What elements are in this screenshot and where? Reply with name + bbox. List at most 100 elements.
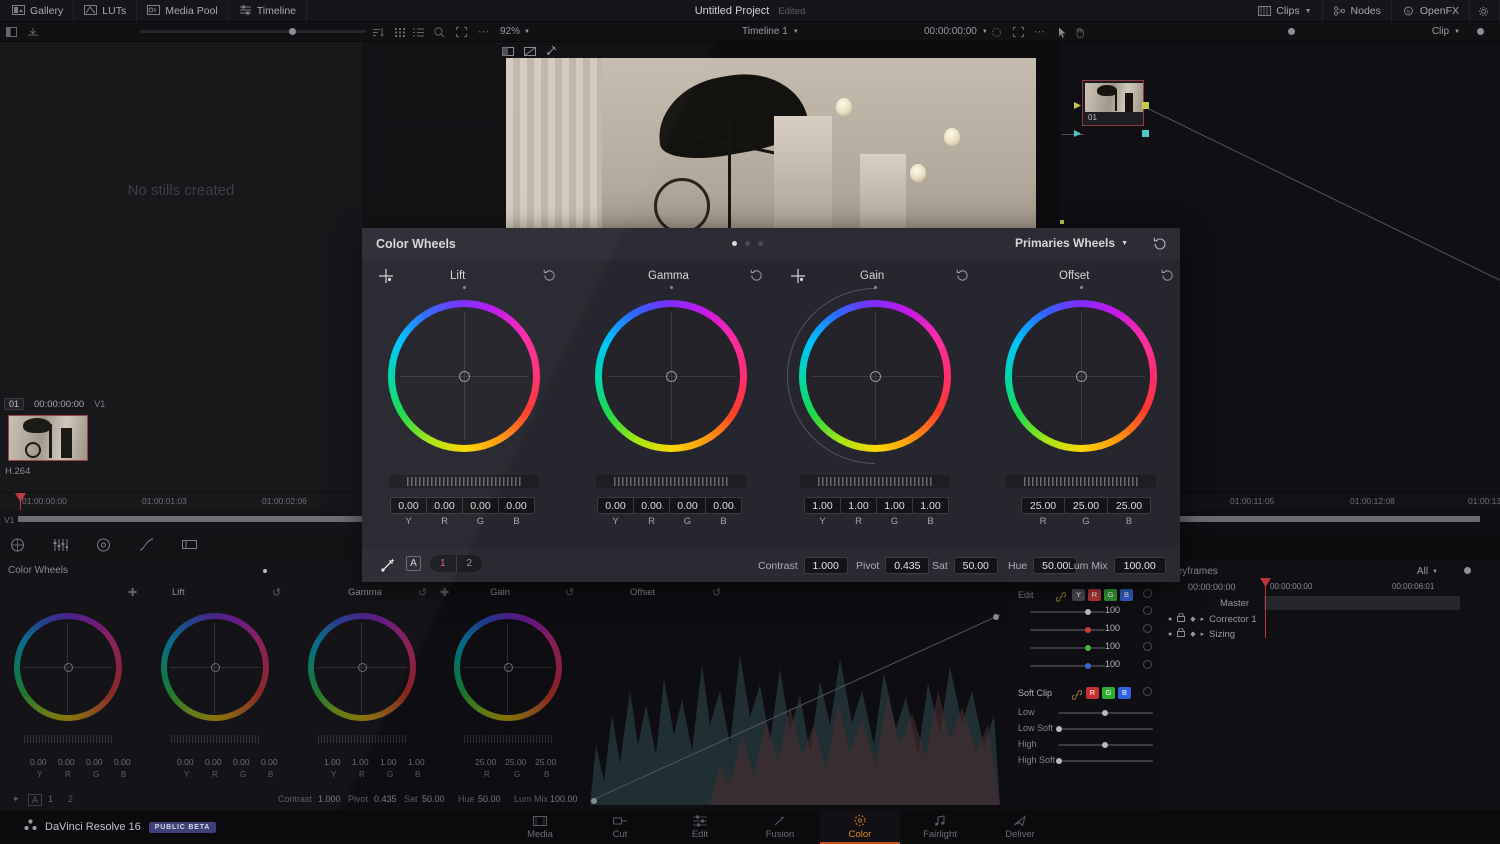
topbar-item-clips[interactable]: Clips ▼ — [1248, 0, 1322, 22]
lift-value-r[interactable]: 0.00 — [426, 497, 463, 514]
topbar-item-luts[interactable]: LUTs — [74, 0, 137, 22]
curve-reset-r-icon[interactable] — [1143, 624, 1152, 633]
gain-reset-icon[interactable] — [955, 268, 970, 288]
gain-wheel-center[interactable] — [870, 371, 881, 382]
page-tab-edit[interactable]: Edit — [660, 810, 740, 844]
offset-value-b[interactable]: 25.00 — [1107, 497, 1151, 514]
page-tab-cut[interactable]: Cut — [580, 810, 660, 844]
bg-wheel-center[interactable] — [211, 663, 220, 672]
topbar-item-openfx[interactable]: fx OpenFX — [1392, 0, 1470, 22]
bg-a-button[interactable]: A — [28, 794, 42, 806]
bg-wheel-center[interactable] — [64, 663, 73, 672]
color-wheel-tool-icon[interactable] — [10, 538, 25, 557]
gamma-master-ticks[interactable] — [596, 475, 746, 488]
keyframes-playhead[interactable] — [1265, 578, 1266, 638]
bg-reset-icon[interactable]: ↺ — [418, 586, 427, 599]
keyframe-marker-icon[interactable]: ◆ — [1190, 630, 1195, 638]
page-tab-fairlight[interactable]: Fairlight — [900, 810, 980, 844]
viewer-more-icon[interactable]: ⋯ — [1032, 22, 1048, 42]
curve-knob-r[interactable] — [1085, 627, 1091, 633]
channel-chip-r[interactable]: R — [1088, 589, 1101, 601]
search-icon[interactable] — [431, 22, 447, 42]
keyframes-filter[interactable]: All ▼ — [1417, 566, 1438, 577]
page-tab-deliver[interactable]: Deliver — [980, 810, 1060, 844]
gain-master-ticks[interactable] — [800, 475, 950, 488]
visibility-dot-icon[interactable]: ● — [1168, 631, 1172, 638]
node-zoom-knob[interactable] — [1288, 28, 1295, 35]
bg-wheel-center[interactable] — [358, 663, 367, 672]
curve-knob-b[interactable] — [1085, 663, 1091, 669]
bg-reset-icon[interactable]: ↺ — [565, 586, 574, 599]
curve-reset-b-icon[interactable] — [1143, 660, 1152, 669]
pointer-icon[interactable] — [1054, 22, 1070, 42]
bg-picker-icon[interactable]: ✚ — [440, 586, 449, 599]
clip-thumbnail[interactable] — [8, 415, 88, 461]
offset-reset-icon[interactable] — [1160, 268, 1175, 288]
gallery-size-slider[interactable] — [140, 30, 366, 33]
sat-value[interactable]: 50.00 — [954, 557, 998, 574]
fullscreen-icon[interactable] — [453, 22, 469, 42]
modal-mode-selector[interactable]: Primaries Wheels ▼ — [1015, 236, 1128, 250]
gamma-wheel-center[interactable] — [666, 371, 677, 382]
pivot-value[interactable]: 0.435 — [885, 557, 929, 574]
node-panel-knob[interactable] — [1477, 28, 1484, 35]
keyframes-row-sizing[interactable]: ● ◆ ▸ Sizing — [1168, 628, 1235, 640]
lift-wheel-center[interactable] — [459, 371, 470, 382]
curve-knob-y[interactable] — [1085, 609, 1091, 615]
topbar-item-settings[interactable] — [1470, 0, 1500, 22]
primaries-bars-icon[interactable] — [53, 538, 68, 556]
curve-knob-g[interactable] — [1085, 645, 1091, 651]
soft-clip-knob-high-soft[interactable] — [1056, 758, 1062, 764]
keyframes-master-bar[interactable] — [1264, 596, 1460, 610]
soft-clip-reset-icon[interactable] — [1143, 687, 1152, 696]
auto-balance-icon[interactable] — [380, 557, 396, 578]
channel-chip-g[interactable]: G — [1104, 589, 1117, 601]
sat-field[interactable]: Sat 50.00 — [932, 557, 998, 574]
color-match-icon[interactable] — [988, 22, 1004, 42]
qualifier-tool-icon[interactable] — [182, 538, 197, 556]
toggle-option-1[interactable]: 1 — [430, 555, 457, 572]
modal-page-dots[interactable] — [732, 241, 763, 246]
contrast-value[interactable]: 1.000 — [804, 557, 848, 574]
timecode-display[interactable]: 00:00:00:00 ▼ — [924, 26, 988, 37]
page-dot-1[interactable] — [732, 241, 737, 246]
list-view-icon[interactable] — [410, 22, 426, 42]
bg-toggle-2[interactable]: 2 — [68, 794, 73, 804]
page-dot-2[interactable] — [745, 241, 750, 246]
curve-slider-g[interactable] — [1030, 647, 1105, 649]
topbar-item-timeline[interactable]: Timeline — [229, 0, 307, 22]
toggle-option-2[interactable]: 2 — [457, 555, 483, 572]
keyframe-marker-icon[interactable]: ◆ — [1190, 615, 1195, 623]
soft-clip-chip-b[interactable]: B — [1118, 687, 1131, 699]
soft-clip-knob-low[interactable] — [1102, 710, 1108, 716]
gamma-value-g[interactable]: 0.00 — [669, 497, 706, 514]
lum-mix-field[interactable]: Lum Mix 100.00 — [1068, 557, 1166, 574]
node-key-input-port[interactable] — [1074, 130, 1081, 137]
lock-icon[interactable] — [1177, 628, 1185, 640]
bg-ticks-gain[interactable] — [318, 735, 408, 743]
more-options-icon[interactable]: ⋯ — [476, 22, 492, 42]
wheel-page-toggle[interactable]: 1 2 — [430, 555, 482, 572]
chevron-right-icon[interactable]: ▸ — [1201, 630, 1205, 638]
page-tab-media[interactable]: Media — [500, 810, 580, 844]
lock-icon[interactable] — [1177, 613, 1185, 625]
gain-value-r[interactable]: 1.00 — [840, 497, 877, 514]
sort-icon[interactable] — [370, 22, 386, 42]
soft-clip-knob-high[interactable] — [1102, 742, 1108, 748]
soft-clip-knob-low-soft[interactable] — [1056, 726, 1062, 732]
gamma-value-y[interactable]: 0.00 — [597, 497, 634, 514]
log-wheels-icon[interactable] — [96, 538, 111, 557]
pivot-field[interactable]: Pivot 0.435 — [856, 557, 929, 574]
soft-clip-link-icon[interactable] — [1072, 687, 1082, 705]
a-mode-button[interactable]: A — [406, 556, 421, 571]
lift-value-g[interactable]: 0.00 — [462, 497, 499, 514]
page-dot-3[interactable] — [758, 241, 763, 246]
keyframes-row-master[interactable]: Master — [1220, 598, 1249, 609]
offset-value-g[interactable]: 25.00 — [1064, 497, 1108, 514]
curve-reset-g-icon[interactable] — [1143, 642, 1152, 651]
channel-chip-b[interactable]: B — [1120, 589, 1133, 601]
topbar-item-gallery[interactable]: Gallery — [0, 0, 74, 22]
offset-wheel-center[interactable] — [1076, 371, 1087, 382]
gamma-reset-icon[interactable] — [749, 268, 764, 288]
mode-selector[interactable]: Clip ▼ — [1432, 26, 1460, 37]
